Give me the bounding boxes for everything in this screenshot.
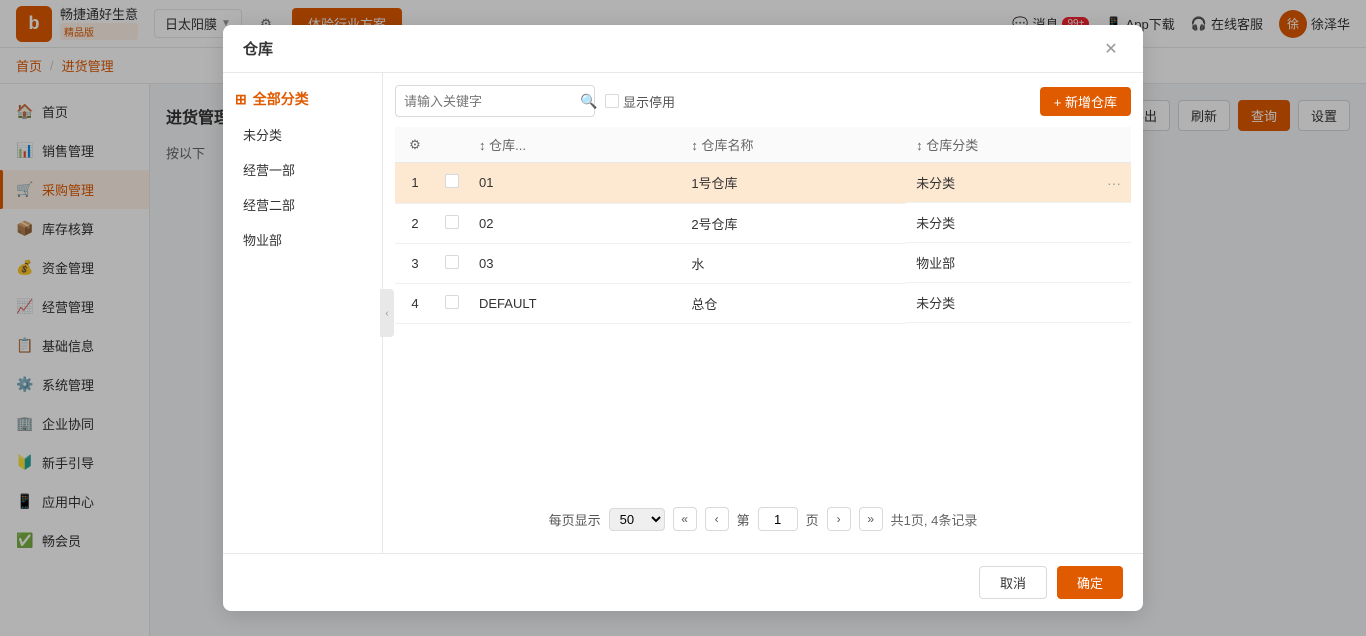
page-input[interactable]	[758, 507, 798, 531]
page-label: 第	[737, 510, 750, 529]
first-page-button[interactable]: «	[673, 507, 697, 531]
all-categories-label: 全部分类	[253, 89, 309, 109]
per-page-select[interactable]: 50 20 100	[609, 508, 665, 531]
row-code: 03	[469, 243, 681, 283]
row-code: 02	[469, 203, 681, 243]
sort-icon: ↕	[691, 138, 698, 153]
dialog-footer: 取消 确定	[223, 553, 1143, 611]
row-no: 1	[395, 163, 435, 204]
page-unit: 页	[806, 510, 819, 529]
table-row[interactable]: 4 DEFAULT 总仓 未分类	[395, 283, 1131, 323]
category-item-property[interactable]: 物业部	[223, 222, 382, 257]
show-disabled-label: 显示停用	[623, 92, 675, 111]
search-input[interactable]	[404, 94, 580, 109]
row-category: 未分类	[906, 283, 1131, 323]
search-input-wrap: 🔍	[395, 85, 595, 117]
show-disabled-toggle[interactable]: 显示停用	[605, 92, 675, 111]
add-warehouse-button[interactable]: + 新增仓库	[1040, 87, 1131, 116]
all-categories-button[interactable]: ⊞ 全部分类	[223, 81, 382, 117]
row-no: 2	[395, 203, 435, 243]
more-icon[interactable]: ···	[1107, 175, 1121, 191]
col-gear[interactable]: ⚙	[395, 127, 435, 163]
row-code: DEFAULT	[469, 283, 681, 323]
row-category: 未分类	[906, 203, 1131, 243]
row-category: 物业部	[906, 243, 1131, 283]
grid-icon: ⊞	[235, 91, 247, 108]
row-checkbox[interactable]	[435, 283, 469, 323]
table-panel: 🔍 显示停用 + 新增仓库 ⚙ ↕ 仓库...	[383, 73, 1143, 553]
dialog-close-button[interactable]: ✕	[1099, 37, 1123, 61]
category-item-unclassified[interactable]: 未分类	[223, 117, 382, 152]
show-disabled-checkbox[interactable]	[605, 94, 619, 108]
cancel-button[interactable]: 取消	[979, 566, 1047, 599]
row-no: 4	[395, 283, 435, 323]
confirm-button[interactable]: 确定	[1057, 566, 1123, 599]
sort-icon: ↕	[916, 138, 923, 153]
sort-icon: ↕	[479, 138, 486, 153]
warehouse-table: ⚙ ↕ 仓库... ↕ 仓库名称 ↕ 仓库分类	[395, 127, 1131, 324]
dialog-body: ⊞ 全部分类 未分类 经营一部 经营二部 物业部 ‹ 🔍 显示停用	[223, 73, 1143, 553]
row-checkbox[interactable]	[435, 243, 469, 283]
row-name: 总仓	[681, 283, 906, 323]
per-page-label: 每页显示	[549, 510, 601, 529]
table-row[interactable]: 2 02 2号仓库 未分类	[395, 203, 1131, 243]
col-code[interactable]: ↕ 仓库...	[469, 127, 681, 163]
last-page-button[interactable]: »	[859, 507, 883, 531]
row-name: 1号仓库	[681, 163, 906, 204]
next-page-button[interactable]: ›	[827, 507, 851, 531]
dialog-header: 仓库 ✕	[223, 25, 1143, 73]
col-category[interactable]: ↕ 仓库分类	[906, 127, 1131, 163]
table-container: ⚙ ↕ 仓库... ↕ 仓库名称 ↕ 仓库分类	[395, 127, 1131, 497]
row-code: 01	[469, 163, 681, 204]
category-item-ops2[interactable]: 经营二部	[223, 187, 382, 222]
category-panel: ⊞ 全部分类 未分类 经营一部 经营二部 物业部 ‹	[223, 73, 383, 553]
row-checkbox[interactable]	[435, 203, 469, 243]
row-name: 2号仓库	[681, 203, 906, 243]
col-check	[435, 127, 469, 163]
category-item-ops1[interactable]: 经营一部	[223, 152, 382, 187]
page-total: 共1页, 4条记录	[891, 510, 978, 529]
prev-page-button[interactable]: ‹	[705, 507, 729, 531]
table-row[interactable]: 1 01 1号仓库 未分类 ···	[395, 163, 1131, 204]
dialog-title: 仓库	[243, 38, 273, 59]
warehouse-dialog: 仓库 ✕ ⊞ 全部分类 未分类 经营一部 经营二部 物业部 ‹ 🔍	[223, 25, 1143, 611]
row-no: 3	[395, 243, 435, 283]
pagination: 每页显示 50 20 100 « ‹ 第 页 › » 共1页, 4条记录	[395, 497, 1131, 541]
table-toolbar: 🔍 显示停用 + 新增仓库	[395, 85, 1131, 117]
row-name: 水	[681, 243, 906, 283]
row-checkbox[interactable]	[435, 163, 469, 204]
table-row[interactable]: 3 03 水 物业部	[395, 243, 1131, 283]
search-icon: 🔍	[580, 93, 597, 110]
row-category: 未分类 ···	[906, 163, 1131, 203]
category-collapse-button[interactable]: ‹	[380, 289, 394, 337]
col-name[interactable]: ↕ 仓库名称	[681, 127, 906, 163]
